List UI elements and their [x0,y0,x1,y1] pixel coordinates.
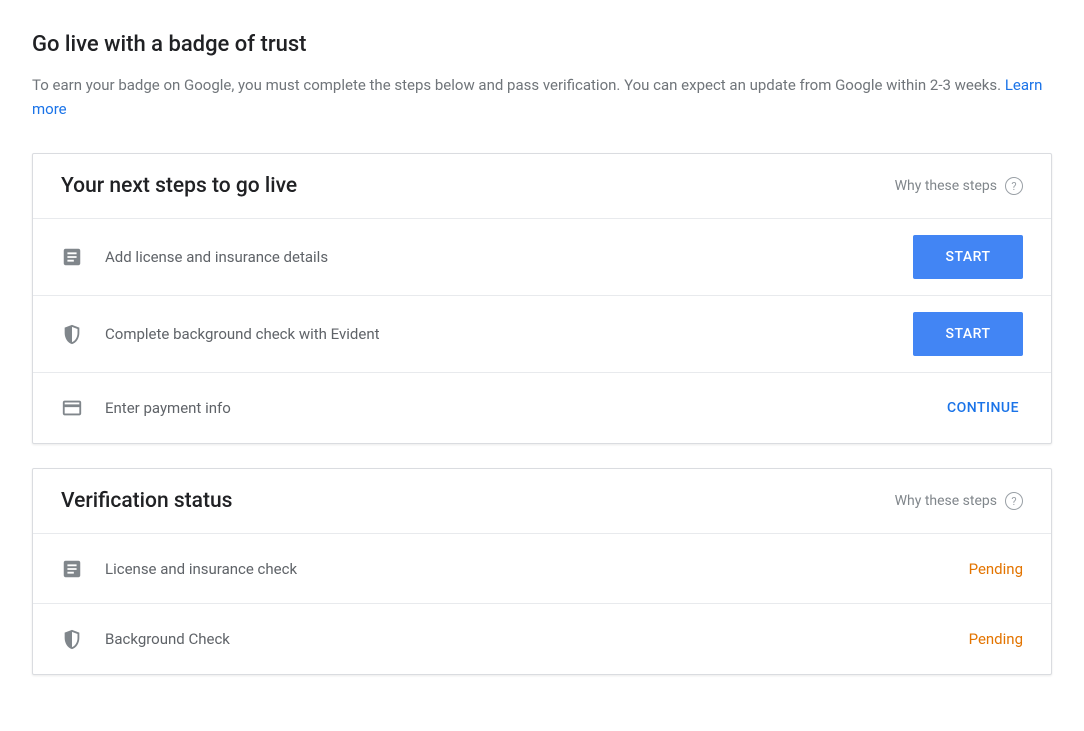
help-icon: ? [1005,492,1023,510]
credit-card-icon [61,397,83,419]
step-label: Enter payment info [105,399,231,417]
document-icon [61,246,83,268]
step-row-license: Add license and insurance details START [33,219,1051,296]
verification-status-card: Verification status Why these steps ? Li… [32,468,1052,675]
why-these-steps-link[interactable]: Why these steps ? [895,177,1023,195]
verification-label: Background Check [105,630,230,648]
continue-payment-button[interactable]: CONTINUE [943,392,1023,424]
verification-title: Verification status [61,489,232,513]
help-icon: ? [1005,177,1023,195]
step-row-payment: Enter payment info CONTINUE [33,373,1051,443]
step-label: Complete background check with Evident [105,325,380,343]
description-text: To earn your badge on Google, you must c… [32,76,1005,94]
verification-row-background: Background Check Pending [33,604,1051,674]
status-badge: Pending [969,560,1023,578]
step-label: Add license and insurance details [105,248,328,266]
page-description: To earn your badge on Google, you must c… [32,73,1052,121]
why-steps-label: Why these steps [895,178,997,194]
next-steps-header: Your next steps to go live Why these ste… [33,154,1051,219]
verification-label: License and insurance check [105,560,297,578]
why-these-steps-link[interactable]: Why these steps ? [895,492,1023,510]
start-background-button[interactable]: START [913,312,1023,356]
start-license-button[interactable]: START [913,235,1023,279]
document-icon [61,558,83,580]
next-steps-card: Your next steps to go live Why these ste… [32,153,1052,444]
verification-row-license: License and insurance check Pending [33,534,1051,604]
next-steps-title: Your next steps to go live [61,174,297,198]
status-badge: Pending [969,630,1023,648]
verification-header: Verification status Why these steps ? [33,469,1051,534]
why-steps-label: Why these steps [895,493,997,509]
step-row-background: Complete background check with Evident S… [33,296,1051,373]
page-title: Go live with a badge of trust [32,32,1052,57]
shield-icon [61,323,83,345]
shield-icon [61,628,83,650]
